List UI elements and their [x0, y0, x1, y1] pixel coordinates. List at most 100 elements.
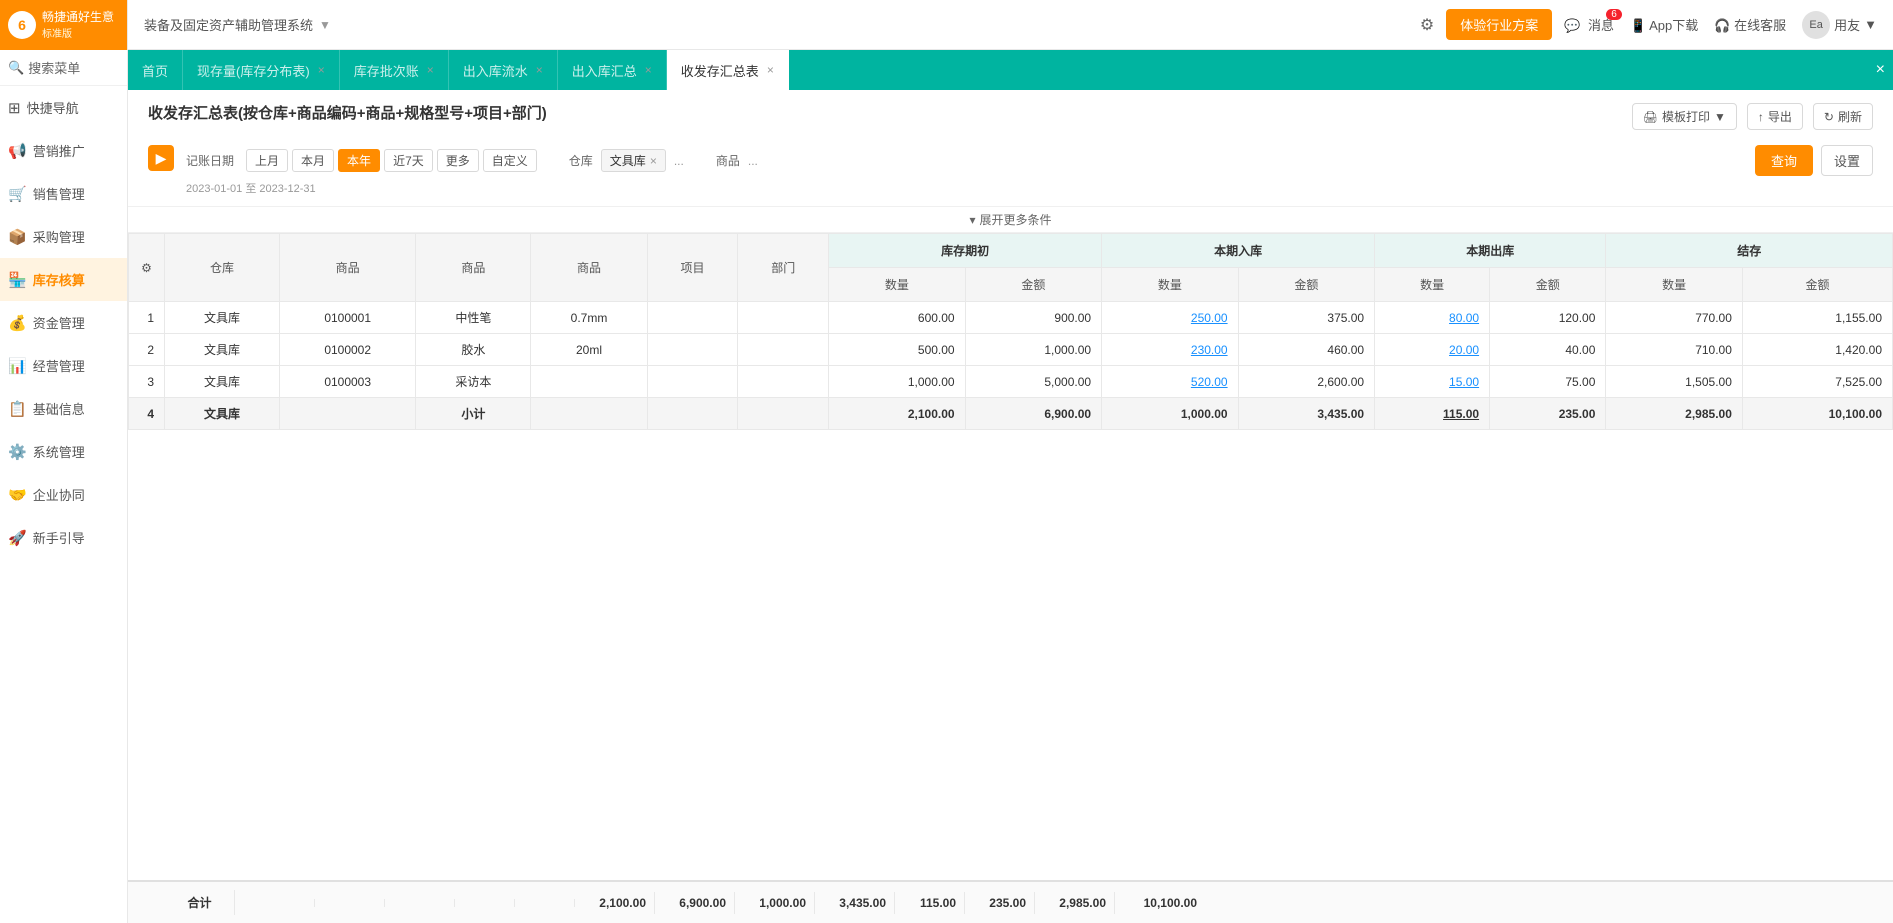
sidebar-item-label: 资金管理	[33, 313, 85, 332]
tab-stock-dist[interactable]: 现存量(库存分布表) ×	[183, 50, 340, 90]
user-area[interactable]: Ea 用友 ▼	[1802, 11, 1877, 39]
print-icon: 🖨	[1643, 110, 1658, 124]
row-dept	[738, 334, 829, 366]
row-out-qty[interactable]: 80.00	[1375, 302, 1490, 334]
row-opening-qty: 2,100.00	[829, 398, 966, 430]
row-opening-qty: 500.00	[829, 334, 966, 366]
row-goods-code	[279, 398, 416, 430]
sidebar-item-quick-nav[interactable]: ⊞ 快捷导航	[0, 86, 127, 129]
row-warehouse: 文具库	[165, 366, 280, 398]
row-in-amt: 375.00	[1238, 302, 1375, 334]
footer-out-qty: 115.00	[895, 892, 965, 914]
search-icon: 🔍	[8, 60, 24, 76]
col-closing-amt-header: 金额	[1742, 268, 1892, 302]
sidebar-item-basic-info[interactable]: 📋 基础信息	[0, 387, 127, 430]
tab-batch-ledger-label: 库存批次账	[354, 61, 419, 80]
sidebar-item-purchase[interactable]: 📦 采购管理	[0, 215, 127, 258]
row-warehouse: 文具库	[165, 398, 280, 430]
row-in-qty[interactable]: 230.00	[1102, 334, 1239, 366]
row-out-amt: 75.00	[1490, 366, 1606, 398]
expand-more-btn[interactable]: ▾ 展开更多条件	[128, 207, 1893, 233]
date-btn-more[interactable]: 更多	[437, 149, 479, 172]
row-no: 3	[129, 366, 165, 398]
tabs-close-all-btn[interactable]: ×	[1876, 61, 1885, 79]
message-icon: 💬	[1564, 18, 1580, 33]
footer-out-amt: 235.00	[965, 892, 1035, 914]
online-service-btn[interactable]: 🎧 在线客服	[1714, 15, 1786, 34]
filter-toggle-btn[interactable]: ▶	[148, 145, 174, 171]
warehouse-tag-remove[interactable]: ×	[650, 154, 657, 168]
row-out-qty: 115.00	[1375, 398, 1490, 430]
col-goods-name-header: 商品	[416, 234, 531, 302]
date-btn-this-year[interactable]: 本年	[338, 149, 380, 172]
query-btn[interactable]: 查询	[1755, 145, 1813, 176]
date-btn-group: 上月 本月 本年 近7天 更多 自定义	[246, 149, 537, 172]
tab-collect-summary-close[interactable]: ×	[767, 63, 774, 77]
tab-home[interactable]: 首页	[128, 50, 183, 90]
refresh-btn[interactable]: ↻ 刷新	[1813, 103, 1873, 130]
date-btn-last-month[interactable]: 上月	[246, 149, 288, 172]
logo-text: 畅捷通好生意	[42, 10, 114, 26]
sidebar-item-marketing[interactable]: 📢 营销推广	[0, 129, 127, 172]
date-btn-this-month[interactable]: 本月	[292, 149, 334, 172]
col-warehouse-header: 仓库	[165, 234, 280, 302]
row-opening-amt: 6,900.00	[965, 398, 1102, 430]
sidebar-item-operations[interactable]: 📊 经营管理	[0, 344, 127, 387]
col-setting-header[interactable]: ⚙	[129, 234, 165, 302]
goods-more-btn[interactable]: ...	[748, 154, 758, 168]
tab-inout-summary[interactable]: 出入库汇总 ×	[558, 50, 667, 90]
row-closing-amt: 1,155.00	[1742, 302, 1892, 334]
row-in-qty[interactable]: 250.00	[1102, 302, 1239, 334]
template-print-label: 模板打印	[1662, 108, 1710, 125]
sidebar-search[interactable]: 🔍 搜索菜单	[0, 50, 127, 86]
footer-label: 合计	[165, 890, 235, 915]
phone-icon: 📱	[1630, 18, 1646, 33]
app-download-btn[interactable]: 📱 App下载	[1630, 15, 1698, 34]
sidebar-item-sales[interactable]: 🛒 销售管理	[0, 172, 127, 215]
sidebar: 6 畅捷通好生意 标准版 🔍 搜索菜单 ⊞ 快捷导航 📢 营销推广 🛒 销售管理…	[0, 0, 128, 923]
sidebar-item-system[interactable]: ⚙️ 系统管理	[0, 430, 127, 473]
warehouse-more-btn[interactable]: ...	[674, 154, 684, 168]
sidebar-item-inventory[interactable]: 🏪 库存核算	[0, 258, 127, 301]
footer-in-qty: 1,000.00	[735, 892, 815, 914]
sidebar-item-label: 营销推广	[33, 141, 85, 160]
row-goods-name: 小计	[416, 398, 531, 430]
dropdown-icon[interactable]: ▼	[319, 18, 331, 32]
tab-inout-flow-close[interactable]: ×	[536, 63, 543, 77]
sidebar-item-collab[interactable]: 🤝 企业协同	[0, 473, 127, 516]
row-opening-amt: 900.00	[965, 302, 1102, 334]
row-out-qty[interactable]: 20.00	[1375, 334, 1490, 366]
sidebar-item-label: 系统管理	[33, 442, 85, 461]
sidebar-item-finance[interactable]: 💰 资金管理	[0, 301, 127, 344]
footer-closing-qty: 2,985.00	[1035, 892, 1115, 914]
tab-home-label: 首页	[142, 61, 168, 80]
settings-gear-icon[interactable]: ⚙	[1420, 15, 1434, 35]
template-print-btn[interactable]: 🖨 模板打印 ▼	[1632, 103, 1737, 130]
filter-settings-btn[interactable]: 设置	[1821, 145, 1873, 176]
logo-icon: 6	[8, 11, 36, 39]
row-project	[647, 334, 738, 366]
expand-icon: ▾	[969, 213, 975, 227]
tab-collect-summary[interactable]: 收发存汇总表 ×	[667, 50, 789, 90]
message-badge[interactable]: 💬 6 消息	[1564, 15, 1614, 34]
tab-inout-flow[interactable]: 出入库流水 ×	[449, 50, 558, 90]
tab-batch-ledger-close[interactable]: ×	[427, 63, 434, 77]
date-btn-custom[interactable]: 自定义	[483, 149, 537, 172]
tab-inout-summary-close[interactable]: ×	[645, 63, 652, 77]
row-dept	[738, 398, 829, 430]
system-icon: ⚙️	[8, 443, 27, 461]
tab-stock-dist-close[interactable]: ×	[318, 63, 325, 77]
sidebar-item-newbie[interactable]: 🚀 新手引导	[0, 516, 127, 559]
col-opening-qty-header: 数量	[829, 268, 966, 302]
row-out-amt: 235.00	[1490, 398, 1606, 430]
tab-batch-ledger[interactable]: 库存批次账 ×	[340, 50, 449, 90]
row-out-qty[interactable]: 15.00	[1375, 366, 1490, 398]
warehouse-tag-name: 文具库	[610, 152, 646, 169]
row-in-qty[interactable]: 520.00	[1102, 366, 1239, 398]
date-btn-7days[interactable]: 近7天	[384, 149, 433, 172]
experience-btn[interactable]: 体验行业方案	[1446, 9, 1552, 40]
row-no: 2	[129, 334, 165, 366]
col-goods-spec-header: 商品	[531, 234, 647, 302]
row-goods-spec	[531, 366, 647, 398]
export-btn[interactable]: ↑ 导出	[1747, 103, 1803, 130]
